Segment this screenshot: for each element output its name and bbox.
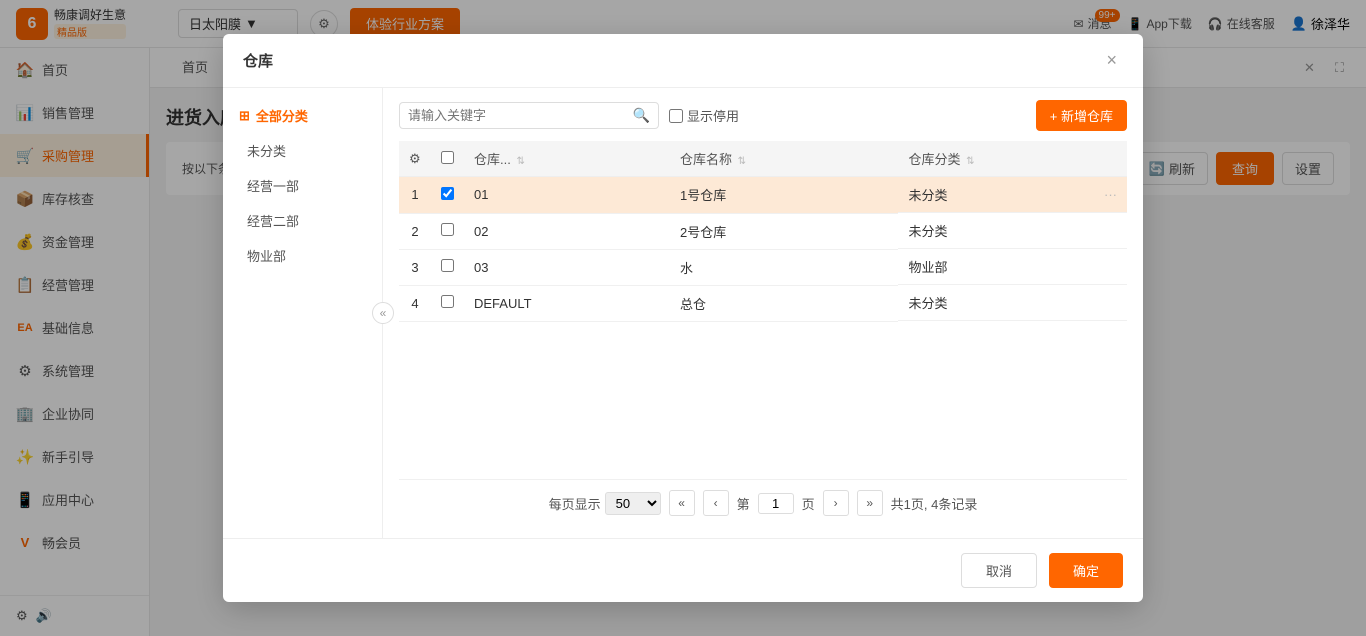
warehouse-modal: 仓库 × ⊞ 全部分类 未分类 经营一部 经营二部 物业部 « [223, 34, 1143, 602]
table-row[interactable]: 4 DEFAULT 总仓 未分类 [399, 285, 1127, 321]
th-name-label: 仓库名称 [680, 152, 732, 167]
row-actions[interactable]: ··· [1104, 187, 1117, 202]
table-row[interactable]: 2 02 2号仓库 未分类 [399, 213, 1127, 249]
last-page-btn[interactable]: » [857, 490, 883, 516]
row-name: 水 [670, 249, 898, 285]
warehouse-table: ⚙ 仓库... ⇅ 仓库名称 ⇅ [399, 141, 1127, 322]
row-checkbox-cell [431, 177, 464, 214]
row-checkbox[interactable] [441, 259, 454, 272]
table-row[interactable]: 1 01 1号仓库 未分类 ··· [399, 177, 1127, 214]
row-code: 02 [464, 213, 670, 249]
row-category: 未分类 ··· [898, 177, 1127, 213]
th-category-label: 仓库分类 [908, 152, 960, 167]
per-page-label: 每页显示 [549, 494, 601, 513]
row-code: 03 [464, 249, 670, 285]
row-checkbox-cell [431, 249, 464, 285]
select-all-checkbox[interactable] [441, 151, 454, 164]
modal-body: ⊞ 全部分类 未分类 经营一部 经营二部 物业部 « [223, 88, 1143, 538]
category-panel: ⊞ 全部分类 未分类 经营一部 经营二部 物业部 « [223, 88, 383, 538]
row-code: DEFAULT [464, 285, 670, 321]
row-num: 3 [399, 249, 431, 285]
next-page-btn[interactable]: › [823, 490, 849, 516]
show-disabled-label: 显示停用 [687, 106, 739, 125]
first-page-icon: « [678, 496, 685, 510]
th-category: 仓库分类 ⇅ [898, 141, 1127, 177]
modal-header: 仓库 × [223, 34, 1143, 88]
category-header[interactable]: ⊞ 全部分类 [223, 98, 382, 133]
category-item-unclassified[interactable]: 未分类 [223, 133, 382, 168]
page-size-select: 每页显示 2050100 [549, 492, 661, 515]
show-disabled-check[interactable] [669, 109, 683, 123]
settings-col-icon: ⚙ [409, 151, 421, 166]
row-checkbox[interactable] [441, 187, 454, 200]
table-toolbar: 🔍 显示停用 + 新增仓库 [399, 100, 1127, 131]
grid-icon: ⊞ [239, 108, 250, 124]
table-header-row: ⚙ 仓库... ⇅ 仓库名称 ⇅ [399, 141, 1127, 177]
per-page-dropdown[interactable]: 2050100 [605, 492, 661, 515]
search-input[interactable] [408, 108, 627, 123]
th-checkbox [431, 141, 464, 177]
category-item-ops2[interactable]: 经营二部 [223, 203, 382, 238]
search-icon[interactable]: 🔍 [633, 107, 650, 124]
row-checkbox[interactable] [441, 295, 454, 308]
page-input[interactable] [758, 493, 794, 514]
total-info: 共1页, 4条记录 [891, 494, 978, 513]
category-item-property[interactable]: 物业部 [223, 238, 382, 273]
prev-page-btn[interactable]: ‹ [703, 490, 729, 516]
add-warehouse-btn[interactable]: + 新增仓库 [1036, 100, 1127, 131]
modal-close-btn[interactable]: × [1100, 48, 1123, 73]
sort-name-icon: ⇅ [738, 156, 746, 167]
th-name: 仓库名称 ⇅ [670, 141, 898, 177]
row-name: 总仓 [670, 285, 898, 321]
row-num: 2 [399, 213, 431, 249]
row-checkbox-cell [431, 285, 464, 321]
table-row[interactable]: 3 03 水 物业部 [399, 249, 1127, 285]
sort-code-icon: ⇅ [516, 156, 524, 167]
row-num: 1 [399, 177, 431, 214]
show-disabled-checkbox[interactable]: 显示停用 [669, 106, 739, 125]
next-page-icon: › [834, 496, 838, 510]
prev-page-icon: ‹ [714, 496, 718, 510]
row-code: 01 [464, 177, 670, 214]
row-checkbox-cell [431, 213, 464, 249]
row-name: 1号仓库 [670, 177, 898, 214]
first-page-btn[interactable]: « [669, 490, 695, 516]
th-code-label: 仓库... [474, 152, 511, 167]
cancel-btn[interactable]: 取消 [961, 553, 1037, 588]
page-label: 第 [737, 494, 750, 513]
last-page-icon: » [866, 496, 873, 510]
collapse-panel-btn[interactable]: « [372, 302, 394, 324]
confirm-btn[interactable]: 确定 [1049, 553, 1123, 588]
row-category: 未分类 [898, 285, 1127, 321]
th-settings: ⚙ [399, 141, 431, 177]
row-category: 物业部 [898, 249, 1127, 285]
table-panel: 🔍 显示停用 + 新增仓库 ⚙ [383, 88, 1143, 538]
row-num: 4 [399, 285, 431, 321]
sort-category-icon: ⇅ [966, 156, 974, 167]
row-checkbox[interactable] [441, 223, 454, 236]
all-categories-label: 全部分类 [256, 106, 308, 125]
page-suffix: 页 [802, 494, 815, 513]
modal-title: 仓库 [243, 50, 273, 71]
search-input-wrap: 🔍 [399, 102, 659, 129]
pagination-bar: 每页显示 2050100 « ‹ 第 页 › » 共1页, 4条记录 [399, 479, 1127, 526]
row-name: 2号仓库 [670, 213, 898, 249]
category-item-ops1[interactable]: 经营一部 [223, 168, 382, 203]
th-code: 仓库... ⇅ [464, 141, 670, 177]
modal-footer: 取消 确定 [223, 538, 1143, 602]
row-category: 未分类 [898, 213, 1127, 249]
